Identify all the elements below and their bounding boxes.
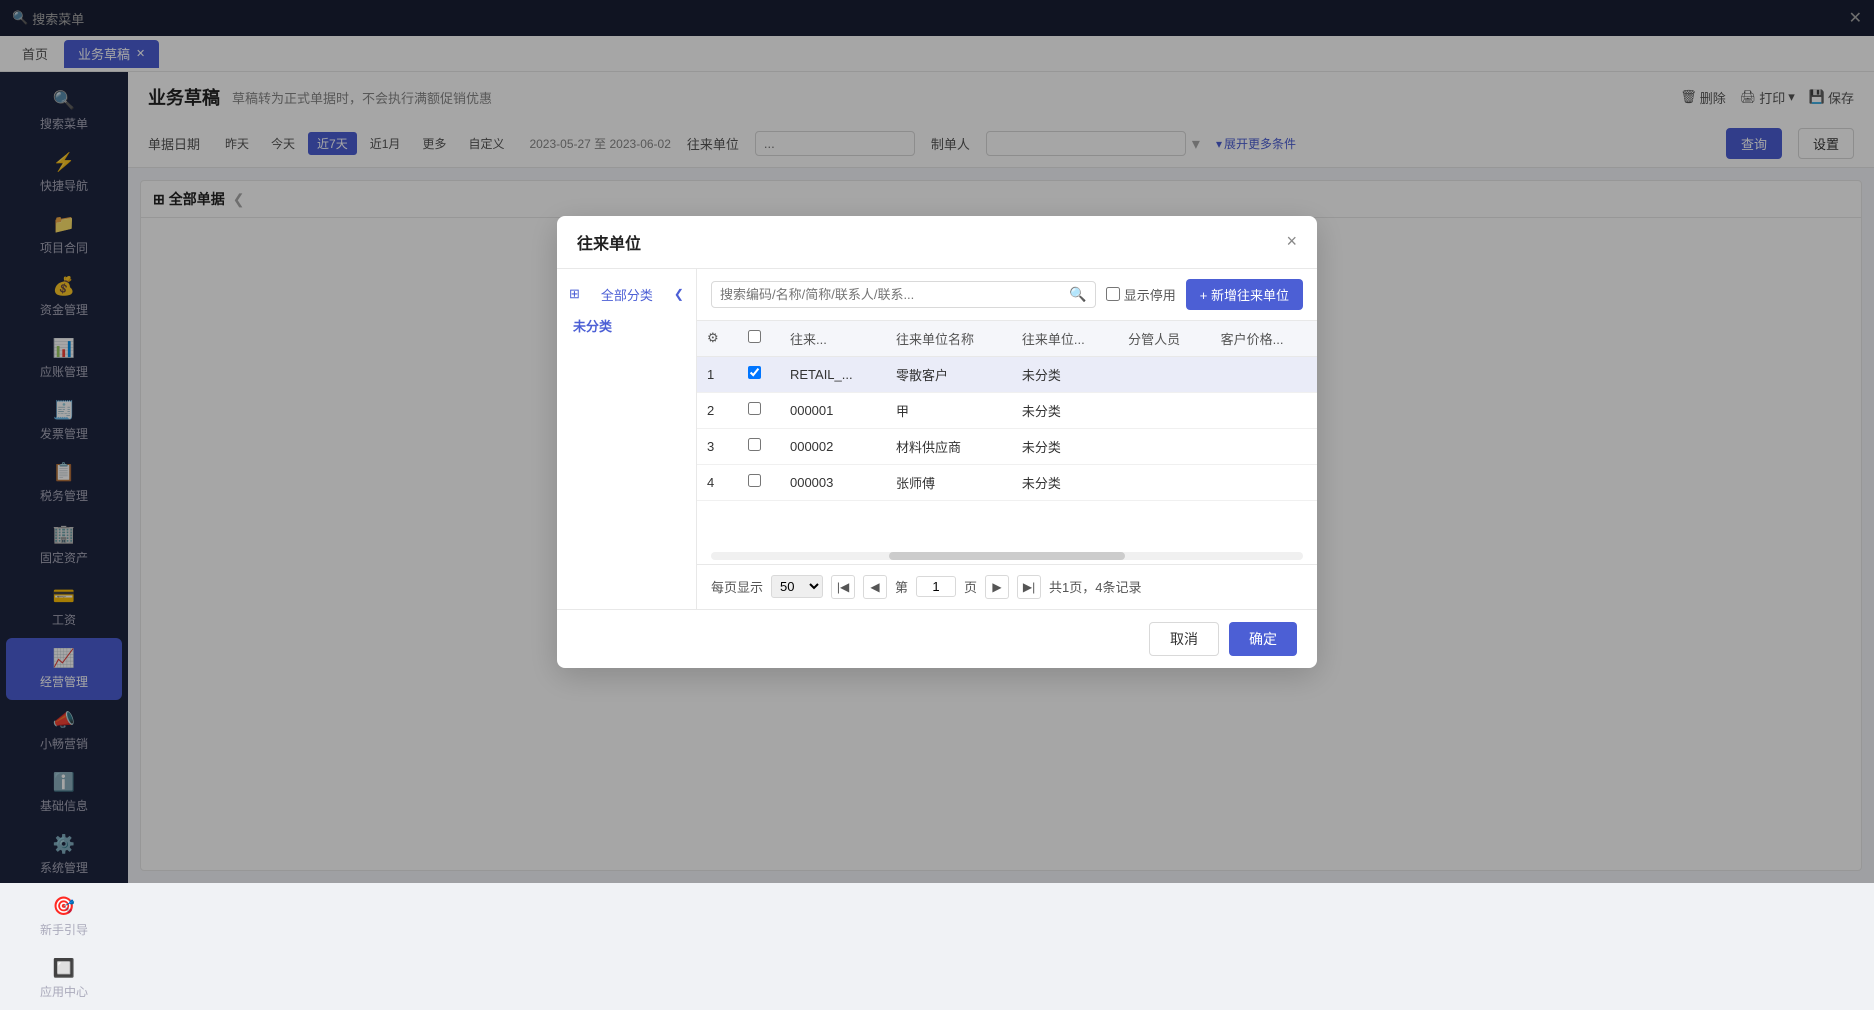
- sidebar-item-apps[interactable]: 🔲 应用中心: [0, 948, 128, 1010]
- table-scroll-wrap: ⚙ 往来... 往来单位名称 往来单位... 分管人员 客户价格... 1: [697, 321, 1317, 548]
- category-header[interactable]: ⊞ 全部分类 ❮: [557, 279, 696, 310]
- table-row[interactable]: 2 000001 甲 未分类: [697, 392, 1317, 428]
- row-manager: [1118, 356, 1210, 392]
- category-panel: ⊞ 全部分类 ❮ 未分类: [557, 269, 697, 609]
- dialog-footer: 取消 确定: [557, 609, 1317, 668]
- row-code: 000002: [780, 428, 886, 464]
- category-grid-icon: ⊞: [569, 286, 580, 302]
- horizontal-scrollbar[interactable]: [711, 552, 1303, 560]
- cancel-btn[interactable]: 取消: [1149, 622, 1219, 656]
- row-code: 000001: [780, 392, 886, 428]
- row-num: 4: [697, 464, 738, 500]
- col-name: 往来单位名称: [886, 321, 1012, 357]
- show-disabled-checkbox[interactable]: [1106, 287, 1120, 301]
- row-num: 3: [697, 428, 738, 464]
- row-price-tier: [1211, 392, 1317, 428]
- row-name: 甲: [886, 392, 1012, 428]
- row-manager: [1118, 392, 1210, 428]
- modal-overlay: 往来单位 × ⊞ 全部分类 ❮ 未分类: [0, 0, 1874, 883]
- col-category: 往来单位...: [1012, 321, 1118, 357]
- col-manager: 分管人员: [1118, 321, 1210, 357]
- dialog-title: 往来单位: [577, 230, 641, 254]
- row-checkbox[interactable]: [738, 392, 780, 428]
- page-input[interactable]: [916, 576, 956, 597]
- dialog-search-bar: 🔍 显示停用 + 新增往来单位: [697, 269, 1317, 321]
- add-counterparty-btn[interactable]: + 新增往来单位: [1186, 279, 1303, 310]
- search-input-wrap: 🔍: [711, 281, 1096, 308]
- dialog-counterparty: 往来单位 × ⊞ 全部分类 ❮ 未分类: [557, 216, 1317, 668]
- row-num: 1: [697, 356, 738, 392]
- row-name: 材料供应商: [886, 428, 1012, 464]
- counterparty-table: ⚙ 往来... 往来单位名称 往来单位... 分管人员 客户价格... 1: [697, 321, 1317, 501]
- total-text: 共1页，4条记录: [1049, 577, 1141, 596]
- search-icon: 🔍: [1069, 286, 1086, 303]
- show-disabled-wrap: 显示停用: [1106, 285, 1176, 304]
- page-next-btn[interactable]: ▶: [985, 575, 1009, 599]
- pagination: 每页显示 50 20 100 |◀ ◀ 第 页 ▶ ▶| 共1页，4条记录: [697, 564, 1317, 609]
- table-panel: 🔍 显示停用 + 新增往来单位 ⚙: [697, 269, 1317, 609]
- page-first-btn[interactable]: |◀: [831, 575, 855, 599]
- page-last-btn[interactable]: ▶|: [1017, 575, 1041, 599]
- category-collapse-icon: ❮: [674, 287, 684, 301]
- row-checkbox[interactable]: [738, 464, 780, 500]
- table-row[interactable]: 4 000003 张师傅 未分类: [697, 464, 1317, 500]
- row-code: 000003: [780, 464, 886, 500]
- row-checkbox[interactable]: [738, 356, 780, 392]
- table-row[interactable]: 1 RETAIL_... 零散客户 未分类: [697, 356, 1317, 392]
- col-price-tier: 客户价格...: [1211, 321, 1317, 357]
- scrollbar-thumb: [889, 552, 1126, 560]
- row-name: 零散客户: [886, 356, 1012, 392]
- row-price-tier: [1211, 428, 1317, 464]
- apps-icon: 🔲: [53, 958, 75, 979]
- row-name: 张师傅: [886, 464, 1012, 500]
- page-size-select[interactable]: 50 20 100: [771, 575, 823, 598]
- row-num: 2: [697, 392, 738, 428]
- page-prev-btn[interactable]: ◀: [863, 575, 887, 599]
- col-checkbox[interactable]: [738, 321, 780, 357]
- row-code: RETAIL_...: [780, 356, 886, 392]
- dialog-body: ⊞ 全部分类 ❮ 未分类 🔍 显示停: [557, 269, 1317, 609]
- category-item-unclassified[interactable]: 未分类: [557, 310, 696, 341]
- dialog-close-btn[interactable]: ×: [1286, 231, 1297, 252]
- row-price-tier: [1211, 356, 1317, 392]
- row-manager: [1118, 428, 1210, 464]
- search-input[interactable]: [720, 287, 1065, 302]
- guide-icon: 🎯: [53, 896, 75, 917]
- row-checkbox[interactable]: [738, 428, 780, 464]
- col-settings[interactable]: ⚙: [697, 321, 738, 357]
- row-category: 未分类: [1012, 428, 1118, 464]
- confirm-btn[interactable]: 确定: [1229, 622, 1297, 656]
- row-manager: [1118, 464, 1210, 500]
- select-all-checkbox[interactable]: [748, 330, 761, 343]
- row-category: 未分类: [1012, 464, 1118, 500]
- row-category: 未分类: [1012, 392, 1118, 428]
- dialog-header: 往来单位 ×: [557, 216, 1317, 269]
- row-price-tier: [1211, 464, 1317, 500]
- table-row[interactable]: 3 000002 材料供应商 未分类: [697, 428, 1317, 464]
- row-category: 未分类: [1012, 356, 1118, 392]
- col-code: 往来...: [780, 321, 886, 357]
- sidebar-item-guide[interactable]: 🎯 新手引导: [0, 886, 128, 948]
